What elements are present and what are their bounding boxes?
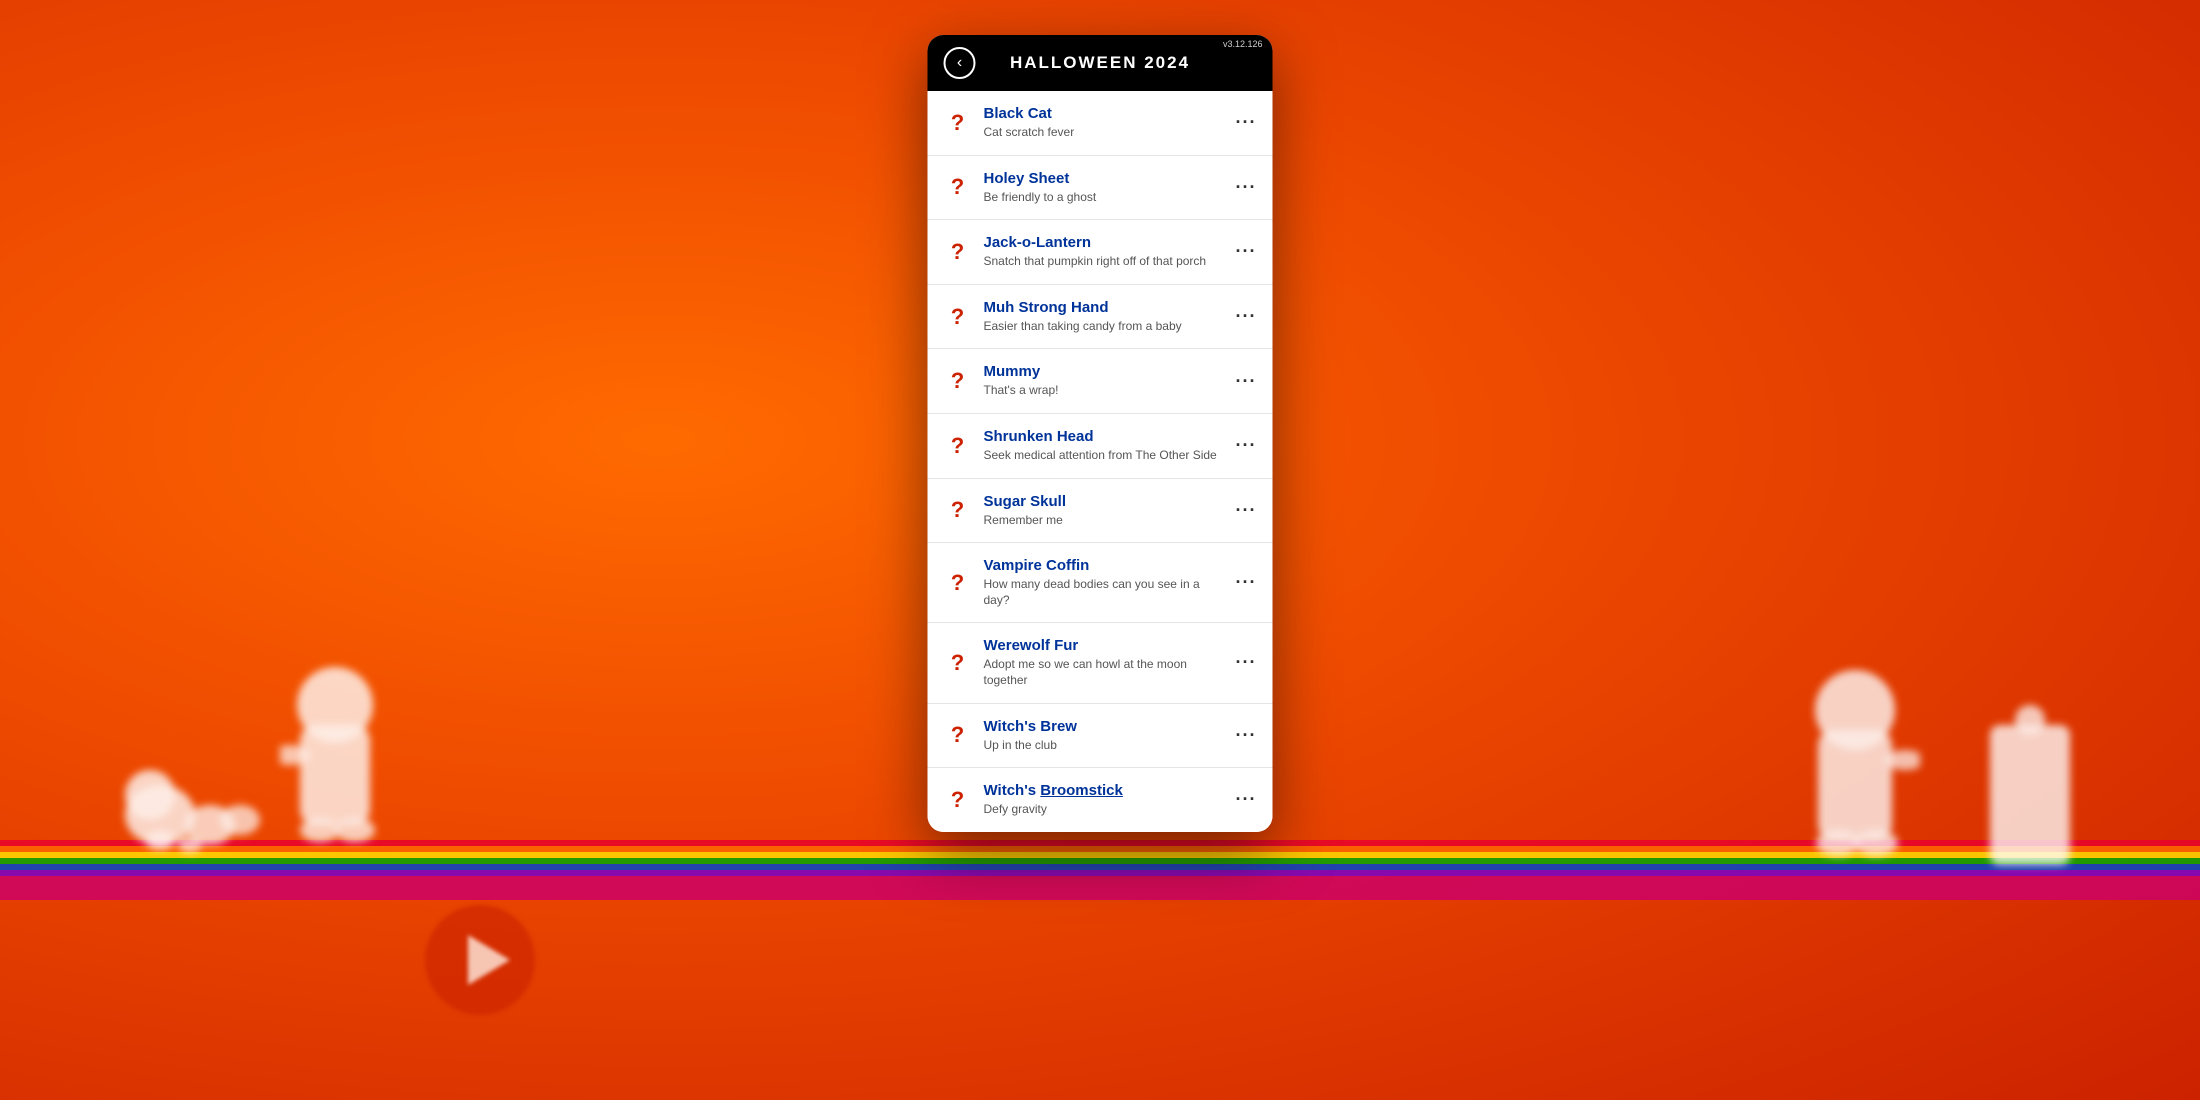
question-mark-icon: ? [944,497,972,523]
red-circle-icon [420,900,540,1020]
ghost-figure-crawl [120,745,280,890]
list-item[interactable]: ? Black Cat Cat scratch fever ··· [928,91,1273,156]
item-subtitle: Cat scratch fever [984,125,1228,141]
item-title: Holey Sheet [984,170,1228,188]
more-options-button[interactable]: ··· [1228,725,1257,746]
more-options-button[interactable]: ··· [1228,306,1257,327]
item-subtitle: Defy gravity [984,802,1228,818]
item-title: Black Cat [984,105,1228,123]
item-title: Vampire Coffin [984,557,1228,575]
item-content: Jack-o-Lantern Snatch that pumpkin right… [984,234,1228,270]
item-content: Witch's Brew Up in the club [984,718,1228,754]
list-item[interactable]: ? Witch's Brew Up in the club ··· [928,704,1273,769]
item-content: Black Cat Cat scratch fever [984,105,1228,141]
title-part1: Witch's [984,782,1041,799]
more-options-button[interactable]: ··· [1228,177,1257,198]
item-list: ? Black Cat Cat scratch fever ··· ? Hole… [928,91,1273,832]
item-subtitle: Adopt me so we can howl at the moon toge… [984,657,1228,688]
phone-container: v3.12.126 ‹ HALLOWEEN 2024 ? Black Cat C… [928,35,1273,832]
page-title: HALLOWEEN 2024 [976,53,1225,73]
item-content: Vampire Coffin How many dead bodies can … [984,557,1228,608]
item-title: Shrunken Head [984,428,1228,446]
ghost-figure-box [1980,705,2080,890]
item-content: Mummy That's a wrap! [984,363,1228,399]
more-options-button[interactable]: ··· [1228,500,1257,521]
item-content: Muh Strong Hand Easier than taking candy… [984,299,1228,335]
list-item[interactable]: ? Jack-o-Lantern Snatch that pumpkin rig… [928,220,1273,285]
item-content: Werewolf Fur Adopt me so we can howl at … [984,637,1228,688]
list-item[interactable]: ? Werewolf Fur Adopt me so we can howl a… [928,623,1273,703]
item-subtitle: Up in the club [984,738,1228,754]
item-subtitle: Easier than taking candy from a baby [984,319,1228,335]
list-item[interactable]: ? Muh Strong Hand Easier than taking can… [928,285,1273,350]
question-mark-icon: ? [944,787,972,813]
list-item[interactable]: ? Mummy That's a wrap! ··· [928,349,1273,414]
question-mark-icon: ? [944,722,972,748]
item-title: Witch's Brew [984,718,1228,736]
back-icon: ‹ [957,54,962,72]
question-mark-icon: ? [944,368,972,394]
item-content: Shrunken Head Seek medical attention fro… [984,428,1228,464]
item-subtitle: Snatch that pumpkin right off of that po… [984,254,1228,270]
more-options-button[interactable]: ··· [1228,112,1257,133]
item-title: Werewolf Fur [984,637,1228,655]
ghost-figure-stand-right [1800,665,1920,880]
list-item[interactable]: ? Witch's Broomstick Defy gravity ··· [928,768,1273,832]
question-mark-icon: ? [944,650,972,676]
list-item[interactable]: ? Vampire Coffin How many dead bodies ca… [928,543,1273,623]
list-item[interactable]: ? Sugar Skull Remember me ··· [928,479,1273,544]
more-options-button[interactable]: ··· [1228,241,1257,262]
item-content: Holey Sheet Be friendly to a ghost [984,170,1228,206]
phone-header: v3.12.126 ‹ HALLOWEEN 2024 [928,35,1273,91]
item-title: Witch's Broomstick [984,782,1228,800]
item-title: Sugar Skull [984,493,1228,511]
more-options-button[interactable]: ··· [1228,371,1257,392]
item-subtitle: How many dead bodies can you see in a da… [984,577,1228,608]
ghost-figure-stand-left [280,665,400,870]
item-subtitle: Remember me [984,513,1228,529]
question-mark-icon: ? [944,174,972,200]
item-content: Sugar Skull Remember me [984,493,1228,529]
item-title: Mummy [984,363,1228,381]
question-mark-icon: ? [944,239,972,265]
more-options-button[interactable]: ··· [1228,435,1257,456]
item-subtitle: That's a wrap! [984,383,1228,399]
more-options-button[interactable]: ··· [1228,652,1257,673]
list-item[interactable]: ? Shrunken Head Seek medical attention f… [928,414,1273,479]
item-title: Jack-o-Lantern [984,234,1228,252]
back-button[interactable]: ‹ [944,47,976,79]
list-item[interactable]: ? Holey Sheet Be friendly to a ghost ··· [928,156,1273,221]
item-subtitle: Seek medical attention from The Other Si… [984,448,1228,464]
title-part2-underlined: Broomstick [1040,782,1123,799]
question-mark-icon: ? [944,304,972,330]
question-mark-icon: ? [944,570,972,596]
question-mark-icon: ? [944,433,972,459]
more-options-button[interactable]: ··· [1228,789,1257,810]
item-subtitle: Be friendly to a ghost [984,190,1228,206]
question-mark-icon: ? [944,110,972,136]
status-bar: v3.12.126 [1223,39,1263,49]
item-content: Witch's Broomstick Defy gravity [984,782,1228,818]
more-options-button[interactable]: ··· [1228,572,1257,593]
item-title: Muh Strong Hand [984,299,1228,317]
